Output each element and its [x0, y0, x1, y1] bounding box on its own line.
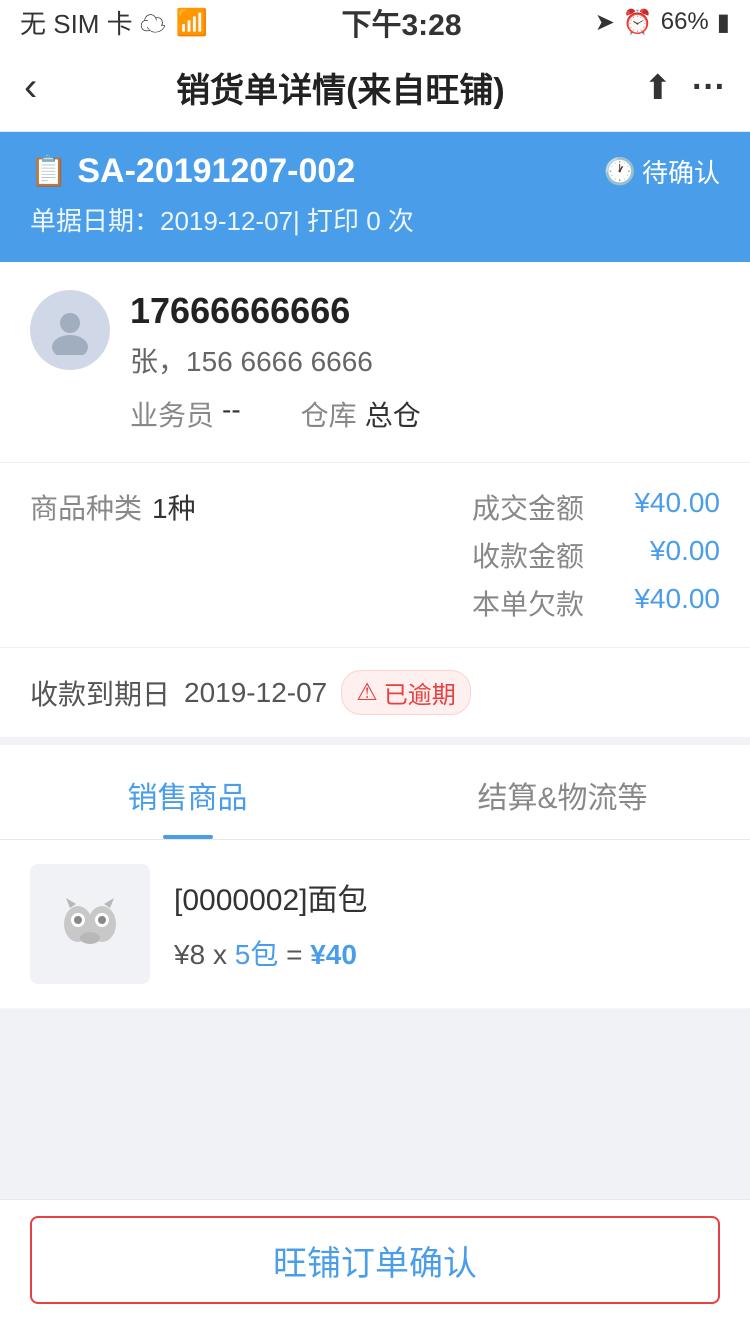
product-price: ¥8 x 5包 = ¥40	[174, 933, 720, 973]
due-date-value: 2019-12-07	[184, 677, 327, 709]
owed-amount-row: 本单欠款 ¥40.00	[472, 583, 720, 623]
warehouse-info: 仓库 总仓	[301, 394, 421, 434]
category-info: 商品种类 1种	[30, 487, 196, 527]
status-left: 无 SIM 卡 ☁ 📶	[20, 4, 208, 41]
tab-sales-products[interactable]: 销售商品	[0, 745, 375, 839]
customer-meta: 业务员 -- 仓库 总仓	[130, 394, 720, 434]
battery-icon: ▮	[717, 8, 730, 37]
back-button[interactable]: ‹	[24, 65, 37, 110]
sales-value: --	[222, 394, 241, 434]
battery-percent: 66%	[661, 8, 709, 36]
warehouse-label: 仓库	[301, 394, 357, 434]
clock-icon: 🕐	[604, 156, 636, 187]
products-section: [0000002]面包 ¥8 x 5包 = ¥40	[0, 840, 750, 1009]
order-id: 📋 SA-20191207-002	[30, 152, 355, 191]
product-quantity: 5包	[235, 939, 279, 970]
order-header: 📋 SA-20191207-002 🕐 待确认 单据日期：2019-12-07|…	[0, 132, 750, 262]
wifi-icon: 📶	[176, 7, 208, 38]
overdue-icon: ⚠	[356, 678, 378, 707]
due-date-section: 收款到期日 2019-12-07 ⚠ 已逾期	[0, 648, 750, 745]
customer-section: 17666666666 张，156 6666 6666 业务员 -- 仓库 总仓	[0, 262, 750, 463]
page-title: 销货单详情(来自旺铺)	[176, 63, 505, 112]
order-icon: 📋	[30, 154, 67, 189]
share-icon[interactable]: ⬆	[644, 68, 673, 108]
status-time: 下午3:28	[341, 0, 461, 44]
product-info: [0000002]面包 ¥8 x 5包 = ¥40	[174, 875, 720, 973]
customer-phone: 17666666666	[130, 290, 720, 332]
empty-area	[0, 1009, 750, 1229]
nav-actions: ⬆ ···	[644, 68, 726, 108]
nav-bar: ‹ 销货单详情(来自旺铺) ⬆ ···	[0, 44, 750, 132]
product-total: ¥40	[310, 939, 357, 970]
tab-active-indicator	[163, 835, 213, 839]
customer-avatar	[30, 290, 110, 370]
owed-amount-value: ¥40.00	[600, 583, 720, 623]
order-date: 单据日期：2019-12-07| 打印 0 次	[30, 201, 720, 238]
confirm-order-button[interactable]: 旺铺订单确认	[30, 1216, 720, 1304]
product-item: [0000002]面包 ¥8 x 5包 = ¥40	[0, 840, 750, 1009]
deal-amount-value: ¥40.00	[600, 487, 720, 527]
location-icon: ➤	[595, 8, 615, 37]
product-thumbnail	[30, 864, 150, 984]
overdue-text: 已逾期	[384, 675, 456, 710]
multiply-sign: x	[213, 939, 235, 970]
received-amount-label: 收款金额	[472, 535, 584, 575]
order-status: 🕐 待确认	[604, 153, 720, 190]
received-amount-row: 收款金额 ¥0.00	[472, 535, 720, 575]
warehouse-value: 总仓	[365, 394, 421, 434]
bottom-bar: 旺铺订单确认	[0, 1199, 750, 1334]
more-icon[interactable]: ···	[692, 68, 726, 107]
equals-sign: =	[286, 939, 310, 970]
category-label: 商品种类	[30, 487, 142, 527]
price-unit: ¥8	[174, 939, 205, 970]
product-name: [0000002]面包	[174, 875, 720, 919]
sales-label: 业务员	[130, 394, 214, 434]
customer-info: 17666666666 张，156 6666 6666 业务员 -- 仓库 总仓	[130, 290, 720, 434]
tabs-section: 销售商品 结算&物流等	[0, 745, 750, 840]
overdue-badge: ⚠ 已逾期	[341, 670, 471, 715]
received-amount-value: ¥0.00	[600, 535, 720, 575]
category-value: 1种	[152, 487, 196, 527]
status-bar: 无 SIM 卡 ☁ 📶 下午3:28 ➤ ⏰ 66% ▮	[0, 0, 750, 44]
alarm-icon: ⏰	[623, 8, 653, 37]
customer-name: 张，156 6666 6666	[130, 340, 720, 380]
sales-info: 业务员 --	[130, 394, 241, 434]
no-sim-text: 无 SIM 卡 ☁	[20, 4, 166, 41]
summary-section: 商品种类 1种 成交金额 ¥40.00 收款金额 ¥0.00 本单欠款 ¥40.…	[0, 463, 750, 648]
tab-settlement[interactable]: 结算&物流等	[375, 745, 750, 839]
owed-amount-label: 本单欠款	[472, 583, 584, 623]
status-right: ➤ ⏰ 66% ▮	[595, 8, 730, 37]
amount-info: 成交金额 ¥40.00 收款金额 ¥0.00 本单欠款 ¥40.00	[472, 487, 720, 623]
due-date-label: 收款到期日	[30, 673, 170, 713]
deal-amount-row: 成交金额 ¥40.00	[472, 487, 720, 527]
deal-amount-label: 成交金额	[472, 487, 584, 527]
